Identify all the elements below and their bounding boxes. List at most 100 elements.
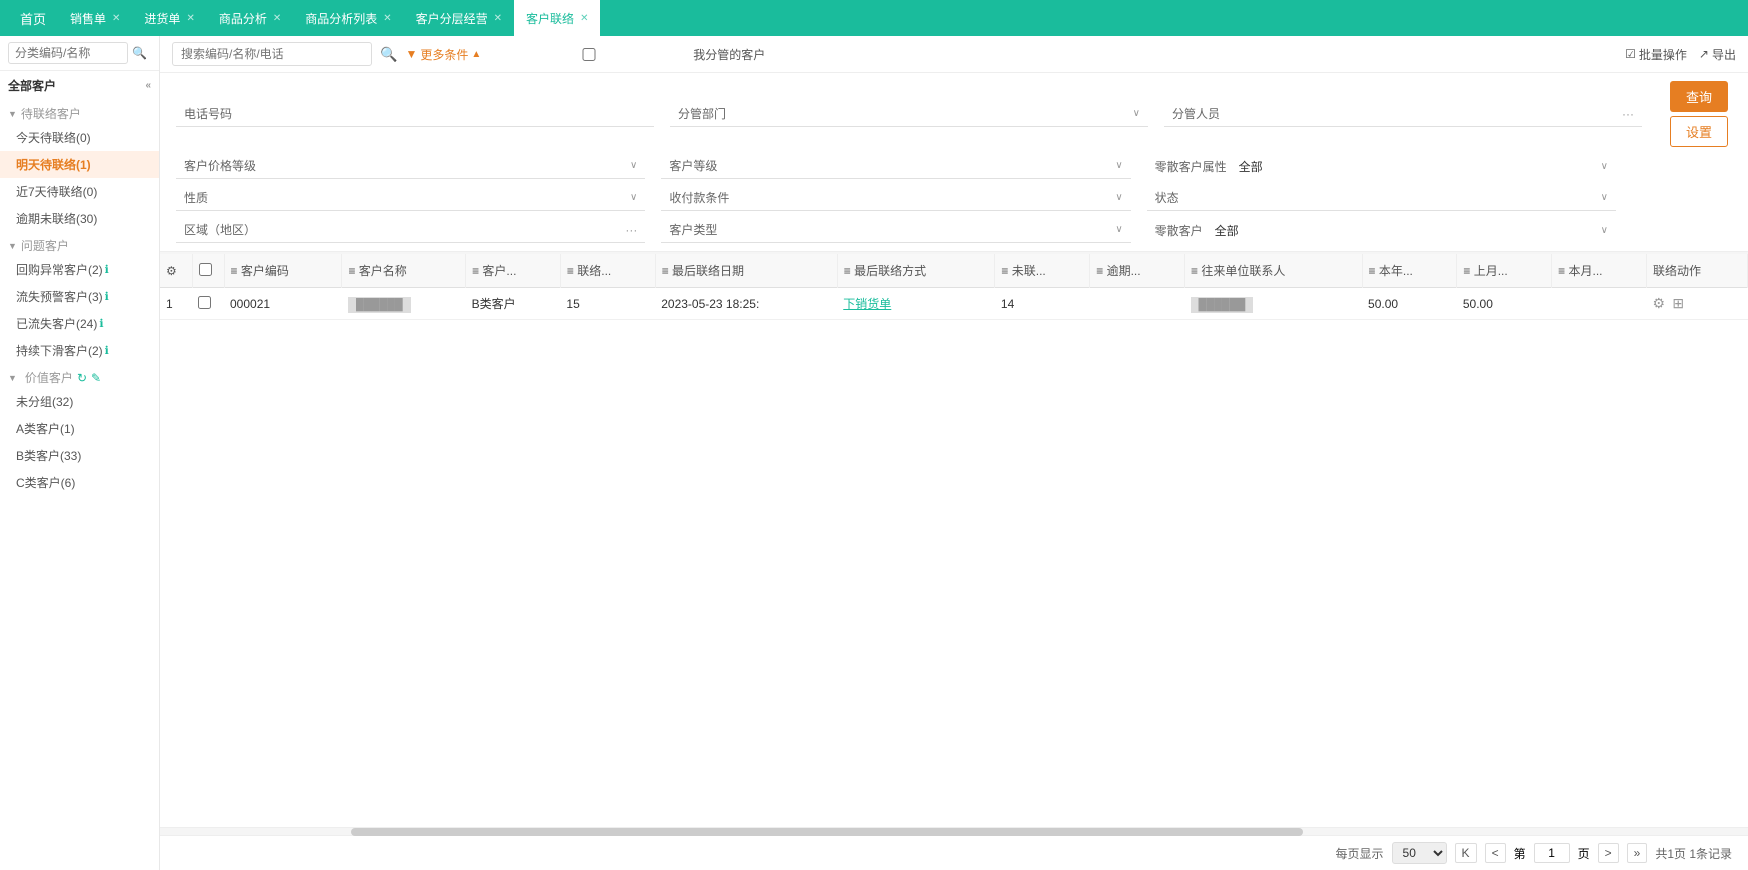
sidebar-search-input[interactable] xyxy=(8,42,128,64)
chevron-left-icon: « xyxy=(145,80,151,91)
refresh-icon[interactable]: ↻ xyxy=(77,371,87,385)
action-grid-icon[interactable]: ⊞ xyxy=(1672,295,1684,311)
filter-dept[interactable]: 分管部门 ∨ xyxy=(670,101,1148,127)
filter-person[interactable]: 分管人员 ··· xyxy=(1164,101,1642,127)
more-conditions-button[interactable]: ▼ 更多条件 ▲ xyxy=(405,46,481,63)
sidebar-item-today-pending[interactable]: 今天待联络(0) xyxy=(0,124,159,151)
edit-icon[interactable]: ✎ xyxy=(91,371,101,385)
th-code: ≡ 客户编码 xyxy=(224,254,342,288)
close-icon[interactable]: ✕ xyxy=(112,13,120,24)
table-row: 1 000021 ██████ B类客户 15 2023-05-23 18:25… xyxy=(160,288,1748,320)
set-button[interactable]: 设置 xyxy=(1670,116,1728,147)
filter-nature[interactable]: 性质 ∨ xyxy=(176,185,645,211)
per-page-select[interactable]: 50 100 200 xyxy=(1392,842,1447,864)
info-icon: ℹ xyxy=(105,290,109,303)
prev-page-button[interactable]: < xyxy=(1485,843,1506,863)
action-settings-icon[interactable]: ⚙ xyxy=(1652,295,1665,311)
td-index: 1 xyxy=(160,288,192,320)
content-area: 🔍 ▼ 更多条件 ▲ 我分管的客户 ☑ 批量操作 ↗ 导出 xyxy=(160,36,1748,870)
th-settings[interactable]: ⚙ xyxy=(160,254,192,288)
nav-product-analysis[interactable]: 商品分析 ✕ xyxy=(207,0,293,36)
th-checkbox[interactable] xyxy=(192,254,224,288)
sidebar-item-declining[interactable]: 持续下滑客户(2) ℹ xyxy=(0,337,159,364)
sidebar-item-ungrouped[interactable]: 未分组(32) xyxy=(0,388,159,415)
th-last-contact-date: ≡ 最后联络日期 xyxy=(655,254,837,288)
my-customers-checkbox[interactable] xyxy=(489,48,689,61)
dots-icon[interactable]: ··· xyxy=(1622,107,1634,121)
all-customers-header[interactable]: 全部客户 « xyxy=(0,71,159,100)
sidebar-item-overdue[interactable]: 逾期未联络(30) xyxy=(0,205,159,232)
filter-customer-level[interactable]: 客户等级 ∨ xyxy=(661,153,1130,179)
info-icon: ℹ xyxy=(105,344,109,357)
sidebar-item-a-class[interactable]: A类客户(1) xyxy=(0,415,159,442)
nav-home[interactable]: 首页 xyxy=(8,0,58,36)
nav-customer-contact[interactable]: 客户联络 ✕ xyxy=(514,0,600,36)
chevron-down-icon: ∨ xyxy=(1601,161,1608,172)
td-contact-count: 15 xyxy=(560,288,655,320)
chevron-down-icon: ∨ xyxy=(1601,192,1608,203)
unit-contact-masked: ██████ xyxy=(1191,297,1254,313)
td-this-year: 50.00 xyxy=(1362,288,1457,320)
last-page-button[interactable]: » xyxy=(1627,843,1648,863)
td-this-month xyxy=(1552,288,1647,320)
export-button[interactable]: ↗ 导出 xyxy=(1699,46,1736,63)
filter-phone: 电话号码 xyxy=(176,101,654,127)
filter-price-level[interactable]: 客户价格等级 ∨ xyxy=(176,153,645,179)
dots-icon[interactable]: ··· xyxy=(625,223,637,237)
pending-group-label: 待联络客户 xyxy=(0,100,159,124)
th-type: ≡ 客户... xyxy=(466,254,561,288)
sidebar-item-tomorrow-pending[interactable]: 明天待联络(1) xyxy=(0,151,159,178)
query-button[interactable]: 查询 xyxy=(1670,81,1728,112)
next-page-button[interactable]: > xyxy=(1598,843,1619,863)
filter-retail-attribute[interactable]: 零散客户属性 全部 ∨ xyxy=(1147,154,1616,179)
filter-customer-type[interactable]: 客户类型 ∨ xyxy=(661,217,1130,243)
td-action[interactable]: ⚙ ⊞ xyxy=(1646,288,1747,320)
sidebar-item-c-class[interactable]: C类客户(6) xyxy=(0,469,159,496)
select-all-checkbox[interactable] xyxy=(199,263,212,276)
nav-customer-tier[interactable]: 客户分层经营 ✕ xyxy=(404,0,514,36)
td-overdue xyxy=(1090,288,1185,320)
chevron-down-icon: ∨ xyxy=(1115,224,1122,235)
info-icon: ℹ xyxy=(105,263,109,276)
filter-area: 电话号码 分管部门 ∨ 分管人员 ··· 查询 设置 xyxy=(160,73,1748,252)
sidebar-item-churn-warning[interactable]: 流失预警客户(3) ℹ xyxy=(0,283,159,310)
my-customers-checkbox-label[interactable]: 我分管的客户 xyxy=(489,46,765,63)
td-unit-contact: ██████ xyxy=(1185,288,1363,320)
filter-status[interactable]: 状态 ∨ xyxy=(1147,185,1616,211)
close-icon[interactable]: ✕ xyxy=(186,13,194,24)
th-action: 联络动作 xyxy=(1646,254,1747,288)
filter-row-1: 电话号码 分管部门 ∨ 分管人员 ··· 查询 设置 xyxy=(176,81,1732,147)
page-input[interactable] xyxy=(1534,843,1570,863)
filter-region[interactable]: 区域（地区） ··· xyxy=(176,217,645,243)
search-button[interactable]: 🔍 xyxy=(380,46,397,63)
sidebar-item-churned[interactable]: 已流失客户(24) ℹ xyxy=(0,310,159,337)
horizontal-scrollbar[interactable] xyxy=(160,827,1748,835)
row-checkbox[interactable] xyxy=(198,296,211,309)
close-icon[interactable]: ✕ xyxy=(580,13,588,24)
nav-product-analysis-list[interactable]: 商品分析列表 ✕ xyxy=(293,0,403,36)
nav-purchase[interactable]: 进货单 ✕ xyxy=(132,0,206,36)
search-input[interactable] xyxy=(172,42,372,66)
chevron-down-icon: ∨ xyxy=(1115,160,1122,171)
filter-payment[interactable]: 收付款条件 ∨ xyxy=(661,185,1130,211)
filter-retail-customer[interactable]: 零散客户 全部 ∨ xyxy=(1147,218,1616,243)
sidebar: 🔍 全部客户 « 待联络客户 今天待联络(0) 明天待联络(1) 近7天待联络(… xyxy=(0,36,160,870)
close-icon[interactable]: ✕ xyxy=(494,13,502,24)
value-group-label: 价值客户 ↻ ✎ xyxy=(0,364,159,388)
sidebar-item-repurchase-abnormal[interactable]: 回购异常客户(2) ℹ xyxy=(0,256,159,283)
td-last-method[interactable]: 下销货单 xyxy=(837,288,995,320)
first-page-button[interactable]: K xyxy=(1455,843,1477,863)
filter-icon: ▼ xyxy=(405,47,417,61)
last-method-link[interactable]: 下销货单 xyxy=(843,297,891,311)
sidebar-item-7day-pending[interactable]: 近7天待联络(0) xyxy=(0,178,159,205)
bulk-action-button[interactable]: ☑ 批量操作 xyxy=(1625,46,1687,63)
chevron-down-icon: ∨ xyxy=(630,192,637,203)
scroll-thumb[interactable] xyxy=(351,828,1304,836)
nav-sales[interactable]: 销售单 ✕ xyxy=(58,0,132,36)
close-icon[interactable]: ✕ xyxy=(383,13,391,24)
td-checkbox[interactable] xyxy=(192,288,224,320)
search-icon[interactable]: 🔍 xyxy=(132,46,147,60)
sidebar-item-b-class[interactable]: B类客户(33) xyxy=(0,442,159,469)
close-icon[interactable]: ✕ xyxy=(273,13,281,24)
td-name[interactable]: ██████ xyxy=(342,288,466,320)
